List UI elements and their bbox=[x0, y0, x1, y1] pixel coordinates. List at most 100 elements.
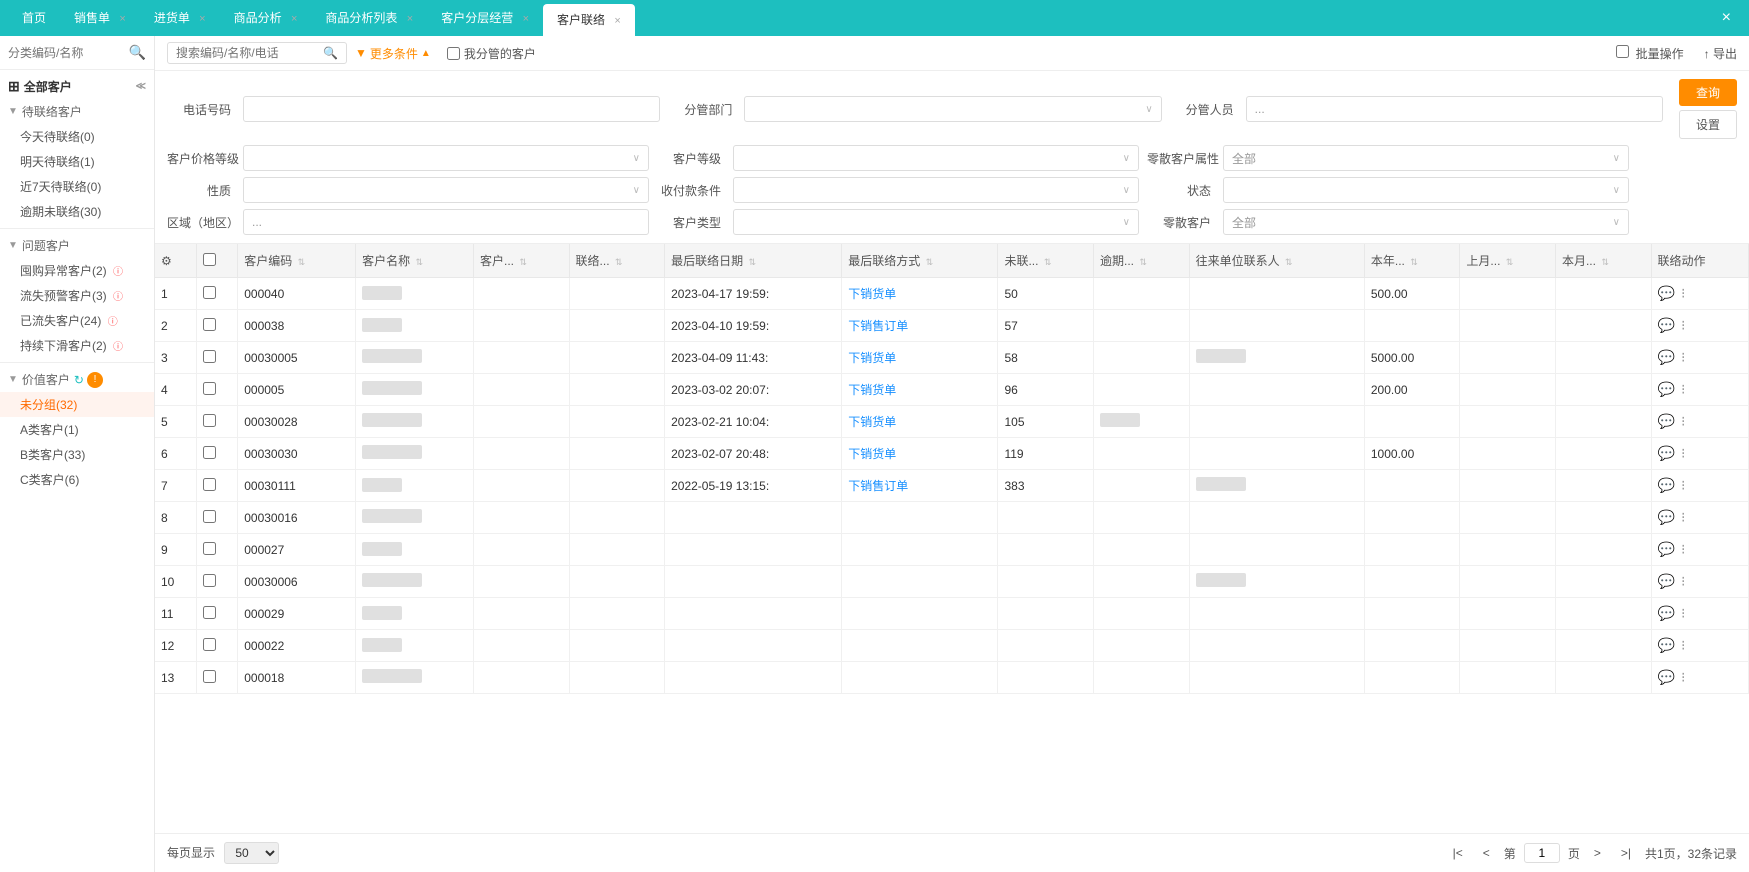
refresh-icon[interactable]: ↻ bbox=[74, 373, 84, 387]
query-button[interactable]: 查询 bbox=[1679, 79, 1737, 106]
row-checkbox-4[interactable] bbox=[203, 414, 216, 427]
sidebar-problem-group[interactable]: ▼ 问题客户 bbox=[0, 233, 154, 258]
export-btn[interactable]: ↑ 导出 bbox=[1704, 45, 1737, 62]
more-icon-3[interactable]: ⁝ bbox=[1681, 381, 1685, 398]
collapse-icon[interactable]: ≪ bbox=[136, 81, 146, 92]
contact-type-link-1[interactable]: 下销售订单 bbox=[848, 319, 908, 333]
more-icon-6[interactable]: ⁝ bbox=[1681, 477, 1685, 494]
chat-icon-0[interactable]: 💬 bbox=[1658, 285, 1675, 302]
more-icon-9[interactable]: ⁝ bbox=[1681, 573, 1685, 590]
cell-contact-type-6[interactable]: 下销售订单 bbox=[842, 470, 998, 502]
row-checkbox-2[interactable] bbox=[203, 350, 216, 363]
th-overdue[interactable]: 逾期... ⇅ bbox=[1094, 244, 1190, 278]
sidebar-search-input[interactable] bbox=[8, 46, 129, 60]
cell-checkbox-2[interactable] bbox=[196, 342, 237, 374]
sidebar-item-tomorrow-pending[interactable]: 明天待联络(1) bbox=[0, 149, 154, 174]
filter-input-retail-attr[interactable]: 全部 ∨ bbox=[1223, 145, 1629, 171]
sidebar-item-class-b[interactable]: B类客户(33) bbox=[0, 442, 154, 467]
filter-input-phone[interactable] bbox=[243, 96, 660, 122]
row-checkbox-11[interactable] bbox=[203, 638, 216, 651]
sidebar-item-churn-warning[interactable]: 流失预警客户(3) ⓘ bbox=[0, 283, 154, 308]
filter-input-customer-grade[interactable]: ∨ bbox=[733, 145, 1139, 171]
filter-input-dept[interactable]: ∨ bbox=[744, 96, 1161, 122]
contact-type-link-4[interactable]: 下销货单 bbox=[848, 415, 896, 429]
search-box[interactable]: 🔍 bbox=[167, 42, 347, 64]
sidebar-search-box[interactable]: 🔍 bbox=[0, 36, 154, 70]
row-checkbox-1[interactable] bbox=[203, 318, 216, 331]
th-last-contact-date[interactable]: 最后联络日期 ⇅ bbox=[665, 244, 842, 278]
batch-ops-btn[interactable]: 批量操作 bbox=[1616, 45, 1683, 62]
next-page-btn[interactable]: > bbox=[1588, 844, 1607, 862]
row-checkbox-3[interactable] bbox=[203, 382, 216, 395]
cell-contact-type-0[interactable]: 下销货单 bbox=[842, 278, 998, 310]
cell-checkbox-6[interactable] bbox=[196, 470, 237, 502]
chat-icon-10[interactable]: 💬 bbox=[1658, 605, 1675, 622]
th-this-year[interactable]: 本年... ⇅ bbox=[1364, 244, 1460, 278]
filter-input-region[interactable]: ... bbox=[243, 209, 649, 235]
cell-checkbox-10[interactable] bbox=[196, 598, 237, 630]
cell-checkbox-5[interactable] bbox=[196, 438, 237, 470]
th-last-contact-type[interactable]: 最后联络方式 ⇅ bbox=[842, 244, 998, 278]
prev-page-btn[interactable]: < bbox=[1477, 844, 1496, 862]
cell-contact-type-12[interactable] bbox=[842, 662, 998, 694]
nav-customer-segment[interactable]: 客户分层经营 × bbox=[427, 0, 543, 36]
chat-icon-12[interactable]: 💬 bbox=[1658, 669, 1675, 686]
nav-purchase[interactable]: 进货单 × bbox=[140, 0, 220, 36]
sidebar-item-overdue[interactable]: 逾期未联络(30) bbox=[0, 199, 154, 224]
chat-icon-8[interactable]: 💬 bbox=[1658, 541, 1675, 558]
close-goods-analysis-icon[interactable]: × bbox=[291, 13, 297, 25]
cell-checkbox-7[interactable] bbox=[196, 502, 237, 534]
contact-type-link-2[interactable]: 下销货单 bbox=[848, 351, 896, 365]
chat-icon-6[interactable]: 💬 bbox=[1658, 477, 1675, 494]
chat-icon-3[interactable]: 💬 bbox=[1658, 381, 1675, 398]
th-name[interactable]: 客户名称 ⇅ bbox=[356, 244, 474, 278]
th-settings[interactable]: ⚙ bbox=[155, 244, 196, 278]
row-checkbox-12[interactable] bbox=[203, 670, 216, 683]
filter-input-payment[interactable]: ∨ bbox=[733, 177, 1139, 203]
row-checkbox-10[interactable] bbox=[203, 606, 216, 619]
row-checkbox-0[interactable] bbox=[203, 286, 216, 299]
cell-checkbox-1[interactable] bbox=[196, 310, 237, 342]
close-purchase-icon[interactable]: × bbox=[199, 13, 205, 25]
sidebar-item-class-a[interactable]: A类客户(1) bbox=[0, 417, 154, 442]
last-page-btn[interactable]: >| bbox=[1615, 844, 1637, 862]
nav-goods-analysis-list[interactable]: 商品分析列表 × bbox=[311, 0, 427, 36]
page-size-select[interactable]: 50 100 bbox=[224, 842, 279, 864]
filter-input-price-grade[interactable]: ∨ bbox=[243, 145, 649, 171]
cell-checkbox-4[interactable] bbox=[196, 406, 237, 438]
cell-contact-type-7[interactable] bbox=[842, 502, 998, 534]
cell-contact-type-1[interactable]: 下销售订单 bbox=[842, 310, 998, 342]
window-close-btn[interactable]: × bbox=[1712, 9, 1741, 27]
sidebar-pending-group[interactable]: ▼ 待联络客户 bbox=[0, 99, 154, 124]
more-icon-0[interactable]: ⁝ bbox=[1681, 285, 1685, 302]
cell-contact-type-11[interactable] bbox=[842, 630, 998, 662]
filter-input-status[interactable]: ∨ bbox=[1223, 177, 1629, 203]
cell-checkbox-9[interactable] bbox=[196, 566, 237, 598]
page-input[interactable] bbox=[1524, 843, 1560, 863]
filter-input-customer-type[interactable]: ∨ bbox=[733, 209, 1139, 235]
chat-icon-4[interactable]: 💬 bbox=[1658, 413, 1675, 430]
row-checkbox-5[interactable] bbox=[203, 446, 216, 459]
contact-type-link-5[interactable]: 下销货单 bbox=[848, 447, 896, 461]
cell-contact-type-8[interactable] bbox=[842, 534, 998, 566]
filter-input-nature[interactable]: ∨ bbox=[243, 177, 649, 203]
cell-contact-type-5[interactable]: 下销货单 bbox=[842, 438, 998, 470]
row-checkbox-8[interactable] bbox=[203, 542, 216, 555]
chat-icon-9[interactable]: 💬 bbox=[1658, 573, 1675, 590]
cell-checkbox-3[interactable] bbox=[196, 374, 237, 406]
close-customer-segment-icon[interactable]: × bbox=[523, 13, 529, 25]
more-icon-8[interactable]: ⁝ bbox=[1681, 541, 1685, 558]
sidebar-item-churned[interactable]: 已流失客户(24) ⓘ bbox=[0, 308, 154, 333]
more-icon-11[interactable]: ⁝ bbox=[1681, 637, 1685, 654]
more-icon-1[interactable]: ⁝ bbox=[1681, 317, 1685, 334]
contact-type-link-6[interactable]: 下销售订单 bbox=[848, 479, 908, 493]
sidebar-item-week-pending[interactable]: 近7天待联络(0) bbox=[0, 174, 154, 199]
contact-type-link-3[interactable]: 下销货单 bbox=[848, 383, 896, 397]
sidebar-item-today-pending[interactable]: 今天待联络(0) bbox=[0, 124, 154, 149]
more-icon-12[interactable]: ⁝ bbox=[1681, 669, 1685, 686]
cell-contact-type-4[interactable]: 下销货单 bbox=[842, 406, 998, 438]
select-all-checkbox[interactable] bbox=[203, 253, 216, 266]
more-filter-btn[interactable]: ▼ 更多条件 ▲ bbox=[355, 45, 431, 62]
th-last-month[interactable]: 上月... ⇅ bbox=[1460, 244, 1556, 278]
cell-contact-type-3[interactable]: 下销货单 bbox=[842, 374, 998, 406]
